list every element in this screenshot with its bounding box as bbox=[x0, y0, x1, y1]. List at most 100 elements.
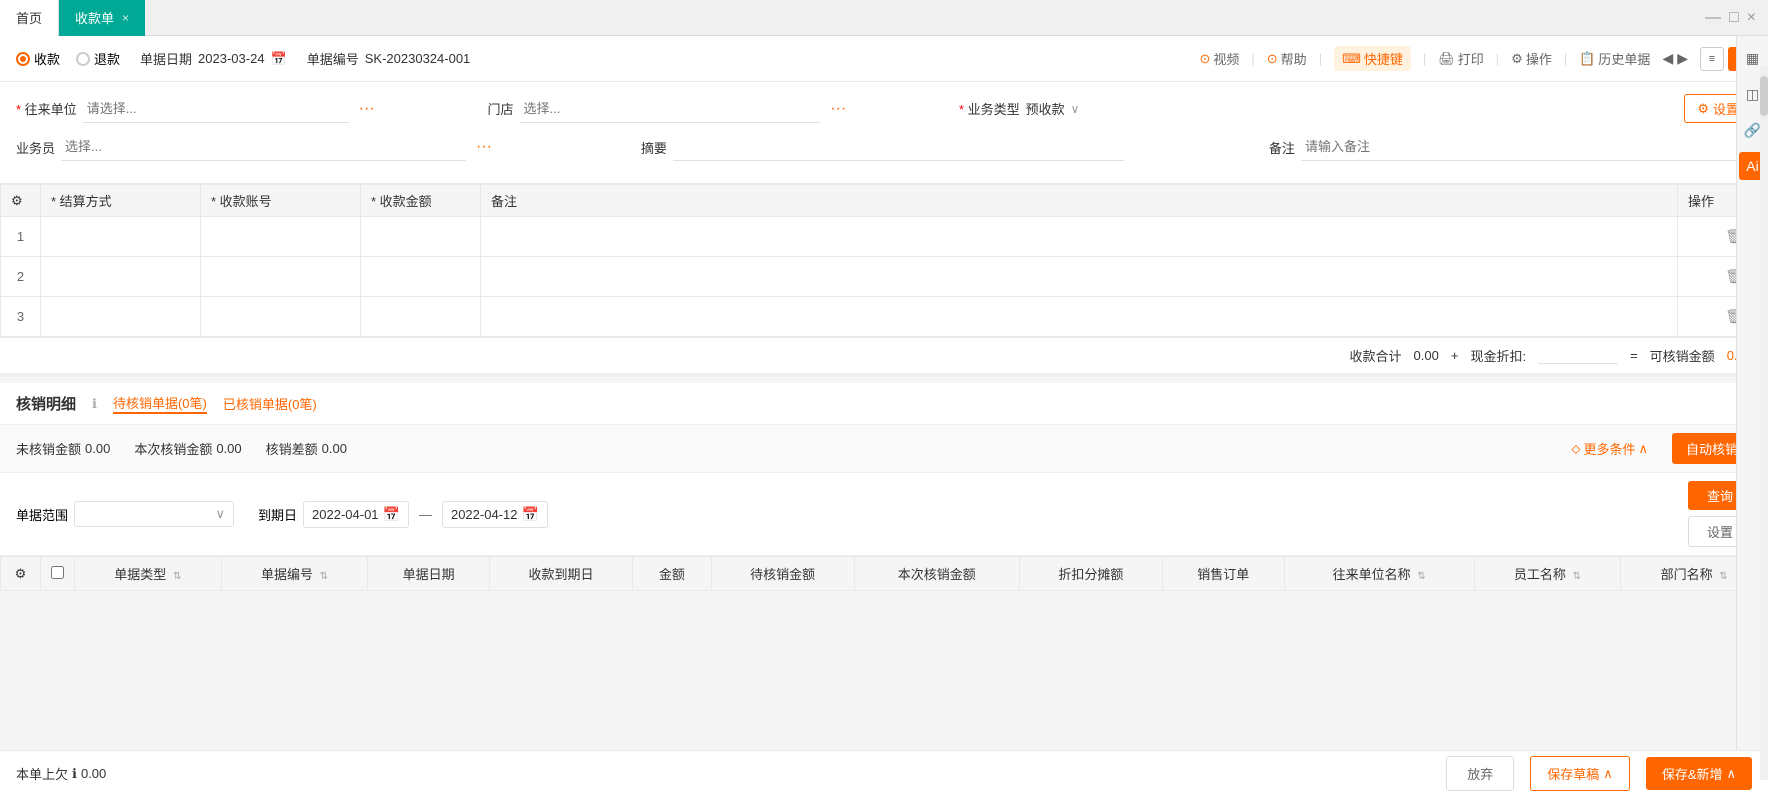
done-tab[interactable]: 已核销单据(0笔) bbox=[223, 394, 317, 413]
writeoff-section: 核销明细 ℹ 待核销单据(0笔) 已核销单据(0笔) 未核销金额 0.00 本次… bbox=[0, 383, 1768, 591]
section-title: 核销明细 bbox=[16, 393, 76, 414]
store-field: 门店 ··· bbox=[487, 95, 850, 123]
store-label: 门店 bbox=[487, 99, 513, 118]
unit-input[interactable] bbox=[83, 95, 349, 123]
tab-home[interactable]: 首页 bbox=[0, 0, 59, 36]
shortcut-btn[interactable]: ⌨ 快捷键 bbox=[1334, 46, 1411, 71]
more-conditions-btn[interactable]: ⬦ 更多条件 ∧ bbox=[1571, 439, 1648, 458]
due-label: 到期日 bbox=[258, 505, 297, 524]
date-to-input[interactable]: 2022-04-12 📅 bbox=[442, 501, 548, 528]
form-row-2: 业务员 ··· 摘要 备注 bbox=[16, 133, 1752, 161]
sort-dept-icon: ⇅ bbox=[1719, 571, 1727, 582]
filter-icon: ⬦ bbox=[1571, 441, 1580, 457]
settlement-cell-3[interactable] bbox=[41, 297, 201, 337]
radio-refund-label: 退款 bbox=[94, 49, 120, 68]
radio-receipt[interactable]: 收款 bbox=[16, 49, 60, 68]
bottom-col-current: 本次核销金额 bbox=[854, 557, 1019, 591]
col-settlement: * 结算方式 bbox=[41, 185, 201, 217]
radio-refund-circle bbox=[76, 52, 90, 66]
summary-label: 摘要 bbox=[641, 138, 667, 157]
operation-icon: ⚙ bbox=[1511, 51, 1523, 67]
remark-cell-2[interactable] bbox=[481, 257, 1678, 297]
remark-field: 备注 bbox=[1269, 133, 1752, 161]
date-from-input[interactable]: 2022-04-01 📅 bbox=[303, 501, 409, 528]
staff-field: 业务员 ··· bbox=[16, 133, 496, 161]
info-icon[interactable]: ℹ bbox=[92, 396, 97, 412]
pending-tab[interactable]: 待核销单据(0笔) bbox=[113, 393, 207, 414]
list-view-btn[interactable]: ≡ bbox=[1700, 47, 1724, 71]
biz-type-chevron-icon[interactable]: ∨ bbox=[1071, 102, 1080, 116]
amount-cell-2[interactable] bbox=[361, 257, 481, 297]
abandon-btn[interactable]: 放弃 bbox=[1446, 756, 1514, 791]
calendar-icon[interactable]: 📅 bbox=[271, 51, 287, 67]
select-all-checkbox[interactable] bbox=[51, 566, 64, 579]
cal-from-icon[interactable]: 📅 bbox=[383, 506, 400, 523]
col-remark: 备注 bbox=[481, 185, 1678, 217]
range-select[interactable]: ∨ bbox=[74, 501, 234, 527]
history-btn[interactable]: 📋 历史单据 bbox=[1579, 49, 1650, 68]
gear-icon: ⚙ bbox=[1697, 101, 1709, 117]
scrollbar-track bbox=[1760, 66, 1768, 780]
settlement-cell-2[interactable] bbox=[41, 257, 201, 297]
print-btn[interactable]: 🖨 打印 bbox=[1438, 49, 1484, 68]
help-label: 帮助 bbox=[1281, 49, 1307, 68]
win-close-btn[interactable]: × bbox=[1747, 9, 1756, 27]
section-stats: 未核销金额 0.00 本次核销金额 0.00 核销差额 0.00 ⬦ 更多条件 … bbox=[0, 425, 1768, 473]
win-max-btn[interactable]: □ bbox=[1729, 9, 1739, 27]
form-area: 往来单位 ··· 门店 ··· 业务类型 预收款 ∨ ⚙ 设置 业务员 ··· bbox=[0, 82, 1768, 184]
remark-input[interactable] bbox=[1301, 133, 1752, 161]
nav-prev[interactable]: ◀ bbox=[1662, 50, 1673, 67]
scrollbar-thumb[interactable] bbox=[1760, 76, 1768, 116]
win-min-btn[interactable]: — bbox=[1705, 9, 1721, 27]
summary-input[interactable] bbox=[673, 133, 1124, 161]
discount-input[interactable] bbox=[1538, 348, 1618, 364]
no-value: SK-20230324-001 bbox=[365, 51, 471, 66]
amount-cell-3[interactable] bbox=[361, 297, 481, 337]
video-label: 视频 bbox=[1213, 49, 1239, 68]
shortcut-label: 快捷键 bbox=[1364, 49, 1403, 68]
unit-more-icon[interactable]: ··· bbox=[355, 100, 379, 118]
sort-unit-icon: ⇅ bbox=[1417, 571, 1425, 582]
stat-value: 0.00 bbox=[81, 766, 106, 781]
account-cell-2[interactable] bbox=[201, 257, 361, 297]
col-amount: * 收款金额 bbox=[361, 185, 481, 217]
table-row: 1 🗑 ⧉ bbox=[1, 217, 1768, 257]
save-new-btn[interactable]: 保存&新增 ∧ bbox=[1646, 757, 1752, 790]
stat-info-icon[interactable]: ℹ bbox=[72, 766, 77, 782]
settlement-cell-1[interactable] bbox=[41, 217, 201, 257]
tab-close-icon[interactable]: × bbox=[122, 11, 129, 25]
remark-cell-3[interactable] bbox=[481, 297, 1678, 337]
operation-btn[interactable]: ⚙ 操作 bbox=[1511, 49, 1552, 68]
draft-label: 保存草稿 bbox=[1547, 764, 1599, 783]
video-btn[interactable]: ⊙ 视频 bbox=[1199, 49, 1239, 68]
store-more-icon[interactable]: ··· bbox=[826, 100, 850, 118]
staff-more-icon[interactable]: ··· bbox=[472, 138, 496, 156]
cal-to-icon[interactable]: 📅 bbox=[521, 506, 538, 523]
help-btn[interactable]: ⊙ 帮助 bbox=[1267, 49, 1307, 68]
draft-btn[interactable]: 保存草稿 ∧ bbox=[1530, 756, 1630, 791]
account-cell-3[interactable] bbox=[201, 297, 361, 337]
radio-refund[interactable]: 退款 bbox=[76, 49, 120, 68]
shortcut-icon: ⌨ bbox=[1342, 51, 1361, 67]
store-input[interactable] bbox=[520, 95, 821, 123]
settings-icon: ⚙ bbox=[11, 193, 23, 208]
unwriteoff-label: 未核销金额 bbox=[16, 439, 81, 458]
tab-receipt[interactable]: 收款单 × bbox=[59, 0, 145, 36]
amount-cell-1[interactable] bbox=[361, 217, 481, 257]
equal-sign: = bbox=[1630, 348, 1638, 363]
filter-row: 单据范围 ∨ 到期日 2022-04-01 📅 — 2022-04-12 📅 查… bbox=[0, 473, 1768, 556]
account-cell-1[interactable] bbox=[201, 217, 361, 257]
receipt-table: ⚙ * 结算方式 * 收款账号 * 收款金额 备注 操作 1 🗑 ⧉ bbox=[0, 184, 1768, 337]
bottom-col-settings[interactable]: ⚙ bbox=[1, 557, 41, 591]
staff-input[interactable] bbox=[61, 133, 466, 161]
window-controls: — □ × bbox=[1705, 9, 1768, 27]
date-value: 2023-03-24 bbox=[198, 51, 265, 66]
date-to-value: 2022-04-12 bbox=[451, 507, 518, 522]
print-icon: 🖨 bbox=[1438, 51, 1455, 67]
current-value: 0.00 bbox=[216, 441, 241, 456]
remark-cell-1[interactable] bbox=[481, 217, 1678, 257]
col-settings[interactable]: ⚙ bbox=[1, 185, 41, 217]
bottom-col-check[interactable] bbox=[41, 557, 75, 591]
stat-label: 本单上欠 bbox=[16, 764, 68, 783]
nav-next[interactable]: ▶ bbox=[1677, 50, 1688, 67]
